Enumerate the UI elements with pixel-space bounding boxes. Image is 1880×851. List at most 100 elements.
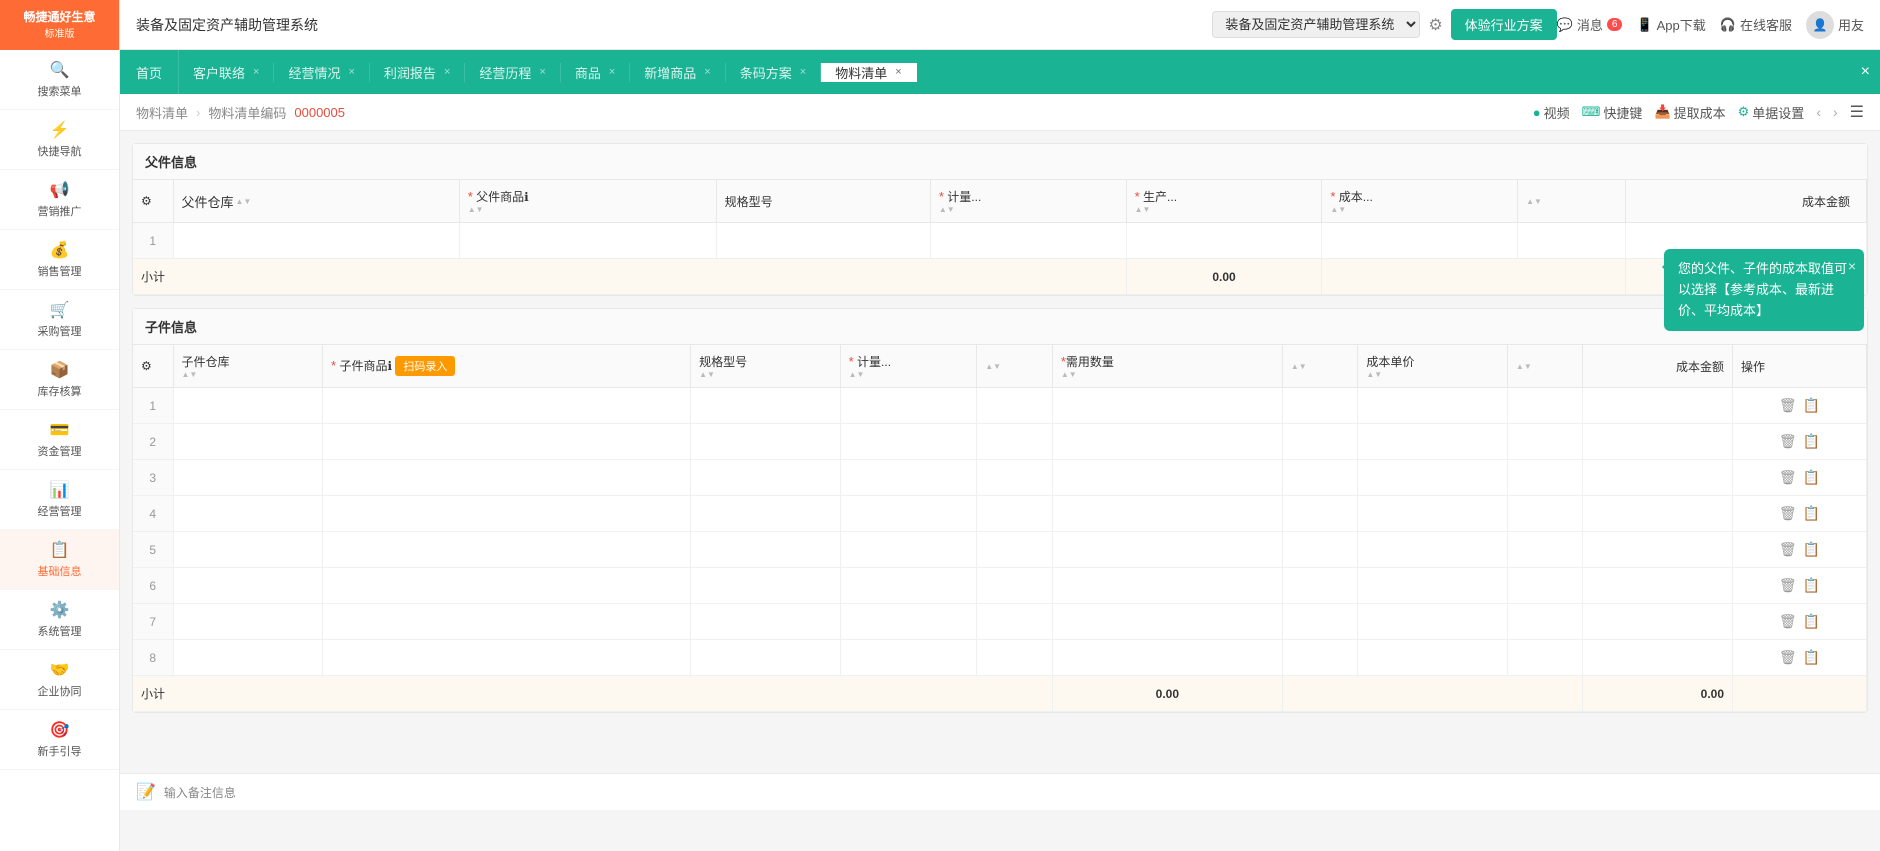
close-active-tab-icon[interactable]: ×: [895, 66, 901, 78]
prev-page-btn[interactable]: ‹: [1816, 104, 1821, 120]
close-tab-icon[interactable]: ×: [539, 66, 545, 78]
child-qty-cell[interactable]: [1052, 460, 1282, 496]
tab-goods[interactable]: 商品×: [561, 63, 630, 82]
next-page-btn[interactable]: ›: [1833, 104, 1838, 120]
child-th-settings[interactable]: ⚙: [133, 345, 173, 388]
child-extra2-cell[interactable]: [1282, 532, 1358, 568]
bill-settings-action[interactable]: ⚙ 单据设置: [1738, 103, 1805, 122]
close-tab-icon[interactable]: ×: [704, 66, 710, 78]
child-warehouse-cell[interactable]: [173, 460, 323, 496]
parent-production-cell[interactable]: [1126, 223, 1322, 259]
sidebar-item-inventory[interactable]: 📦 库存核算: [0, 350, 119, 410]
tab-profit[interactable]: 利润报告×: [370, 63, 465, 82]
child-extra1-cell[interactable]: [977, 496, 1053, 532]
child-extra1-cell[interactable]: [977, 388, 1053, 424]
child-unit-cell[interactable]: [840, 460, 977, 496]
child-goods-cell[interactable]: [323, 568, 691, 604]
close-tab-icon[interactable]: ×: [609, 66, 615, 78]
tab-new-goods[interactable]: 新增商品×: [630, 63, 725, 82]
child-unit-cell[interactable]: [840, 388, 977, 424]
child-warehouse-cell[interactable]: [173, 640, 323, 676]
child-qty-cell[interactable]: [1052, 604, 1282, 640]
child-extra3-cell[interactable]: [1507, 640, 1583, 676]
child-unit-cost-cell[interactable]: [1358, 640, 1508, 676]
tab-barcode[interactable]: 条码方案×: [726, 63, 821, 82]
child-qty-cell[interactable]: [1052, 424, 1282, 460]
close-tab-icon[interactable]: ×: [800, 66, 806, 78]
child-extra3-cell[interactable]: [1507, 568, 1583, 604]
child-extra2-cell[interactable]: [1282, 460, 1358, 496]
sidebar-item-sales[interactable]: 💰 销售管理: [0, 230, 119, 290]
child-extra2-cell[interactable]: [1282, 424, 1358, 460]
child-spec-cell[interactable]: [691, 640, 841, 676]
child-extra2-cell[interactable]: [1282, 496, 1358, 532]
child-extra3-cell[interactable]: [1507, 424, 1583, 460]
child-goods-cell[interactable]: [323, 424, 691, 460]
child-extra2-cell[interactable]: [1282, 388, 1358, 424]
child-unit-cell[interactable]: [840, 568, 977, 604]
parent-extra-cell[interactable]: [1518, 223, 1626, 259]
settings-icon[interactable]: ⚙: [1428, 15, 1442, 35]
child-unit-cell[interactable]: [840, 604, 977, 640]
copy-icon[interactable]: 📋: [1803, 505, 1820, 522]
close-tab-icon[interactable]: ×: [348, 66, 354, 78]
child-warehouse-cell[interactable]: [173, 388, 323, 424]
child-spec-cell[interactable]: [691, 496, 841, 532]
breadcrumb-bom[interactable]: 物料清单: [136, 103, 188, 122]
sidebar-item-finance[interactable]: 💳 资金管理: [0, 410, 119, 470]
close-tab-icon[interactable]: ×: [444, 66, 450, 78]
child-qty-cell[interactable]: [1052, 532, 1282, 568]
child-goods-cell[interactable]: [323, 388, 691, 424]
child-extra1-cell[interactable]: [977, 460, 1053, 496]
parent-cost-cell[interactable]: [1322, 223, 1518, 259]
parent-warehouse-cell[interactable]: [173, 223, 459, 259]
delete-icon[interactable]: 🗑: [1779, 613, 1797, 630]
delete-icon[interactable]: 🗑: [1779, 469, 1797, 486]
sidebar-item-search[interactable]: 🔍 搜索菜单: [0, 50, 119, 110]
extract-cost-action[interactable]: 📥 提取成本: [1654, 103, 1725, 122]
sidebar-item-quick-nav[interactable]: ⚡ 快捷导航: [0, 110, 119, 170]
child-warehouse-cell[interactable]: [173, 604, 323, 640]
child-goods-cell[interactable]: [323, 532, 691, 568]
child-warehouse-cell[interactable]: [173, 496, 323, 532]
child-extra2-cell[interactable]: [1282, 568, 1358, 604]
system-selector[interactable]: 装备及固定资产辅助管理系统: [1212, 11, 1420, 38]
child-extra3-cell[interactable]: [1507, 496, 1583, 532]
view-toggle-icon[interactable]: ☰: [1850, 102, 1864, 122]
child-extra1-cell[interactable]: [977, 568, 1053, 604]
child-extra1-cell[interactable]: [977, 532, 1053, 568]
child-spec-cell[interactable]: [691, 424, 841, 460]
parent-spec-cell[interactable]: [716, 223, 930, 259]
copy-icon[interactable]: 📋: [1803, 577, 1820, 594]
child-extra3-cell[interactable]: [1507, 532, 1583, 568]
copy-icon[interactable]: 📋: [1803, 649, 1820, 666]
parent-th-settings[interactable]: ⚙: [133, 180, 173, 223]
child-qty-cell[interactable]: [1052, 568, 1282, 604]
child-extra2-cell[interactable]: [1282, 604, 1358, 640]
delete-icon[interactable]: 🗑: [1779, 541, 1797, 558]
child-unit-cost-cell[interactable]: [1358, 604, 1508, 640]
child-unit-cell[interactable]: [840, 496, 977, 532]
copy-icon[interactable]: 📋: [1803, 433, 1820, 450]
scan-btn[interactable]: 扫码录入: [395, 356, 455, 376]
delete-icon[interactable]: 🗑: [1779, 397, 1797, 414]
message-btn[interactable]: 💬 消息 6: [1557, 15, 1623, 34]
child-goods-cell[interactable]: [323, 460, 691, 496]
child-unit-cost-cell[interactable]: [1358, 460, 1508, 496]
app-download-btn[interactable]: 📱 App下载: [1636, 15, 1705, 34]
child-extra1-cell[interactable]: [977, 640, 1053, 676]
close-all-tabs-btn[interactable]: ×: [1851, 63, 1880, 81]
child-extra3-cell[interactable]: [1507, 604, 1583, 640]
sidebar-item-beginner[interactable]: 🎯 新手引导: [0, 710, 119, 770]
sidebar-item-purchase[interactable]: 🛒 采购管理: [0, 290, 119, 350]
tab-operations[interactable]: 经营情况×: [274, 63, 369, 82]
copy-icon[interactable]: 📋: [1803, 397, 1820, 414]
child-unit-cost-cell[interactable]: [1358, 496, 1508, 532]
child-goods-cell[interactable]: [323, 496, 691, 532]
copy-icon[interactable]: 📋: [1803, 613, 1820, 630]
copy-icon[interactable]: 📋: [1803, 541, 1820, 558]
experience-btn[interactable]: 体验行业方案: [1451, 9, 1557, 40]
tab-bom[interactable]: 物料清单×: [821, 63, 916, 82]
child-extra3-cell[interactable]: [1507, 388, 1583, 424]
child-unit-cost-cell[interactable]: [1358, 532, 1508, 568]
